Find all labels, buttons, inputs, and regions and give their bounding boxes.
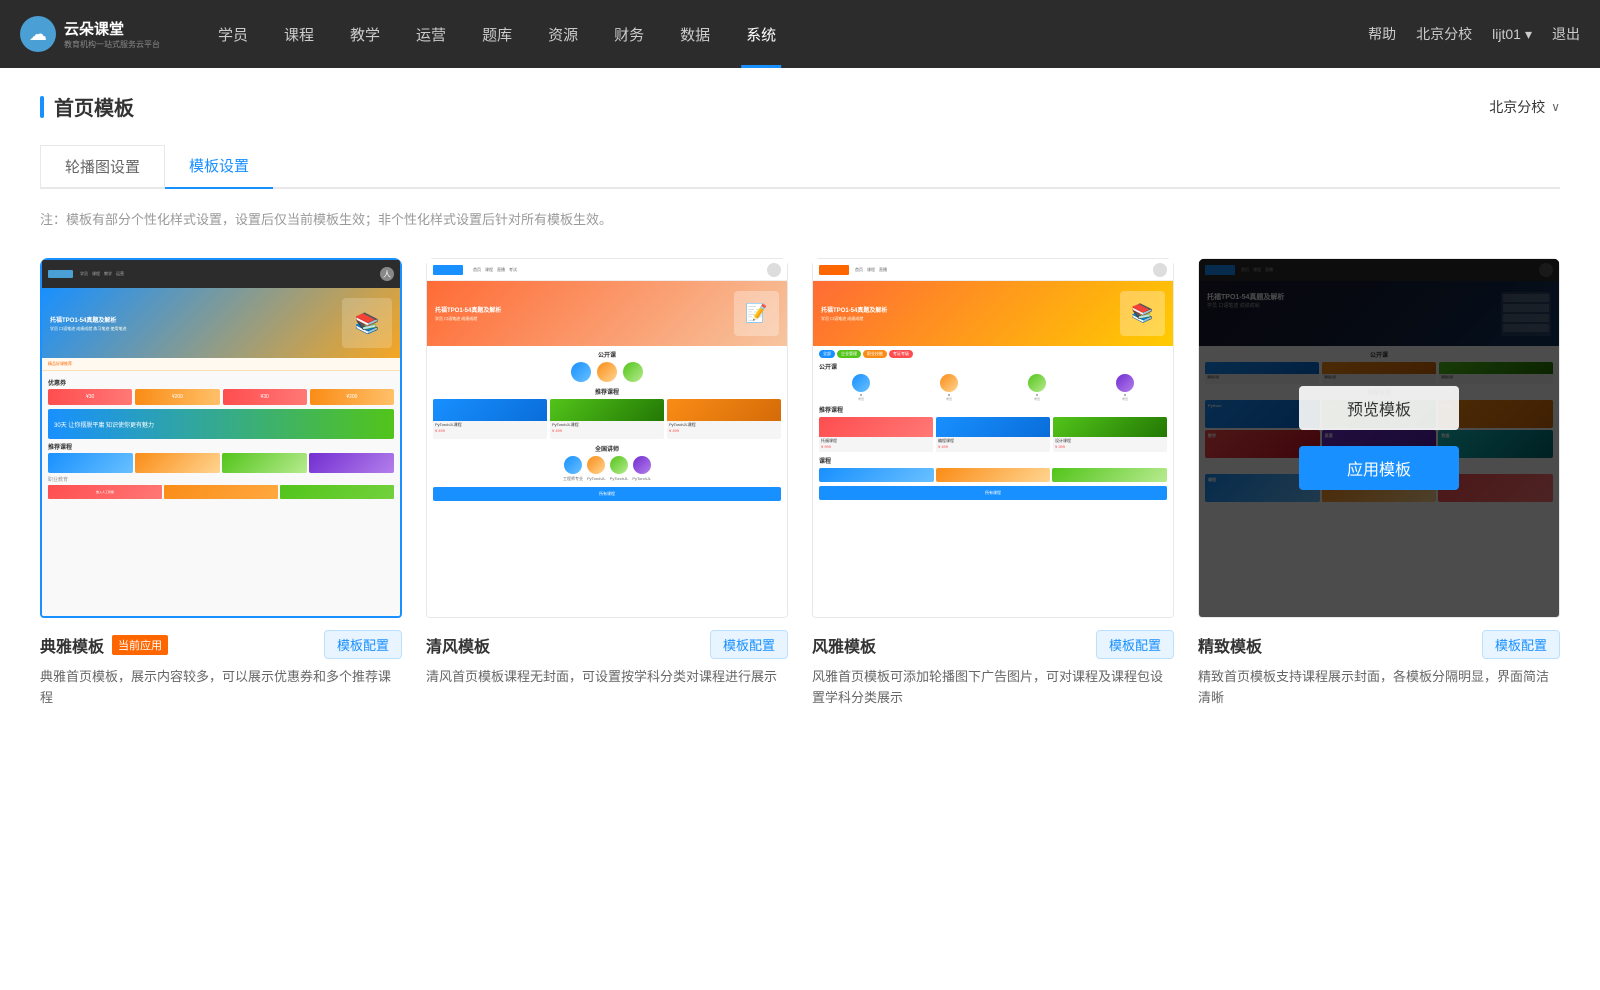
config-button-qingfeng[interactable]: 模板配置 bbox=[710, 630, 788, 659]
nav-item-system[interactable]: 系统 bbox=[728, 0, 794, 68]
page-header: 首页模板 北京分校 ∨ bbox=[40, 92, 1560, 121]
template-footer-jingzhi: 精致模板 模板配置 精致首页模板支持课程展示封面，各模板分隔明显，界面简洁清晰 bbox=[1198, 618, 1560, 717]
template-footer-fengya: 风雅模板 模板配置 风雅首页模板可添加轮播图下广告图片，可对课程及课程包设置学科… bbox=[812, 618, 1174, 717]
config-button-dianoya[interactable]: 模板配置 bbox=[324, 630, 402, 659]
config-button-fengya[interactable]: 模板配置 bbox=[1096, 630, 1174, 659]
page-title-bar bbox=[40, 96, 44, 118]
page-content: 首页模板 北京分校 ∨ 轮播图设置 模板设置 注：模板有部分个性化样式设置，设置… bbox=[0, 68, 1600, 990]
logo-icon: ☁ bbox=[20, 16, 56, 52]
navbar-right: 帮助 北京分校 lijt01 ▾ 退出 bbox=[1368, 24, 1580, 44]
chevron-down-icon: ▾ bbox=[1525, 26, 1532, 43]
preview-template-button[interactable]: 预览模板 bbox=[1299, 386, 1459, 430]
config-button-jingzhi[interactable]: 模板配置 bbox=[1482, 630, 1560, 659]
nav-item-finance[interactable]: 财务 bbox=[596, 0, 662, 68]
template-card-jingzhi: 首页 课程 直播 托福TPO1-54真题及解析 学员 口语笔迹 成绩成就 bbox=[1198, 258, 1560, 717]
tab-template[interactable]: 模板设置 bbox=[165, 145, 273, 189]
help-link[interactable]: 帮助 bbox=[1368, 24, 1396, 44]
template-preview-jingzhi: 首页 课程 直播 托福TPO1-54真题及解析 学员 口语笔迹 成绩成就 bbox=[1198, 258, 1560, 618]
nav-item-course[interactable]: 课程 bbox=[266, 0, 332, 68]
template-card-dianoya: 学员 课程 教学 运营 人 bbox=[40, 258, 402, 717]
template-footer-dianoya: 典雅模板 当前应用 模板配置 典雅首页模板，展示内容较多，可以展示优惠券和多个推… bbox=[40, 618, 402, 717]
note-text: 注：模板有部分个性化样式设置，设置后仅当前模板生效；非个性化样式设置后针对所有模… bbox=[40, 209, 1560, 228]
nav-item-resource[interactable]: 资源 bbox=[530, 0, 596, 68]
logout-link[interactable]: 退出 bbox=[1552, 24, 1580, 44]
branch-link[interactable]: 北京分校 bbox=[1416, 24, 1472, 44]
template-preview-dianoya: 学员 课程 教学 运营 人 bbox=[40, 258, 402, 618]
page-title: 首页模板 bbox=[54, 92, 134, 121]
nav-item-student[interactable]: 学员 bbox=[200, 0, 266, 68]
template-footer-qingfeng: 清风模板 模板配置 清风首页模板课程无封面，可设置按学科分类对课程进行展示 bbox=[426, 618, 788, 696]
branch-selector[interactable]: 北京分校 ∨ bbox=[1489, 97, 1560, 117]
template-preview-fengya: 首页 课程 直播 托福TPO1-54真题及解析 学员 口语笔迹 成绩成就 📚 bbox=[812, 258, 1174, 618]
tab-carousel[interactable]: 轮播图设置 bbox=[40, 145, 165, 189]
chevron-down-icon: ∨ bbox=[1551, 100, 1560, 114]
page-title-wrap: 首页模板 bbox=[40, 92, 134, 121]
logo-text: 云朵课堂 教育机构一站式服务云平台 bbox=[64, 18, 160, 50]
navbar: ☁ 云朵课堂 教育机构一站式服务云平台 学员 课程 教学 运营 题库 资源 财务… bbox=[0, 0, 1600, 68]
tabs: 轮播图设置 模板设置 bbox=[40, 145, 1560, 189]
logo[interactable]: ☁ 云朵课堂 教育机构一站式服务云平台 bbox=[20, 16, 160, 52]
nav-item-data[interactable]: 数据 bbox=[662, 0, 728, 68]
template-overlay-jingzhi: 预览模板 应用模板 bbox=[1199, 259, 1559, 617]
nav-item-teaching[interactable]: 教学 bbox=[332, 0, 398, 68]
template-preview-qingfeng: 首页课程直播考试 托福TPO1-54真题及解析 学员 口语笔迹 成绩成就 📝 bbox=[426, 258, 788, 618]
nav-menu: 学员 课程 教学 运营 题库 资源 财务 数据 系统 bbox=[200, 0, 1368, 68]
nav-item-quiz[interactable]: 题库 bbox=[464, 0, 530, 68]
template-card-fengya: 首页 课程 直播 托福TPO1-54真题及解析 学员 口语笔迹 成绩成就 📚 bbox=[812, 258, 1174, 717]
template-card-qingfeng: 首页课程直播考试 托福TPO1-54真题及解析 学员 口语笔迹 成绩成就 📝 bbox=[426, 258, 788, 717]
template-grid: 学员 课程 教学 运营 人 bbox=[40, 258, 1560, 717]
user-menu[interactable]: lijt01 ▾ bbox=[1492, 26, 1532, 43]
apply-template-button[interactable]: 应用模板 bbox=[1299, 446, 1459, 490]
nav-item-operation[interactable]: 运营 bbox=[398, 0, 464, 68]
